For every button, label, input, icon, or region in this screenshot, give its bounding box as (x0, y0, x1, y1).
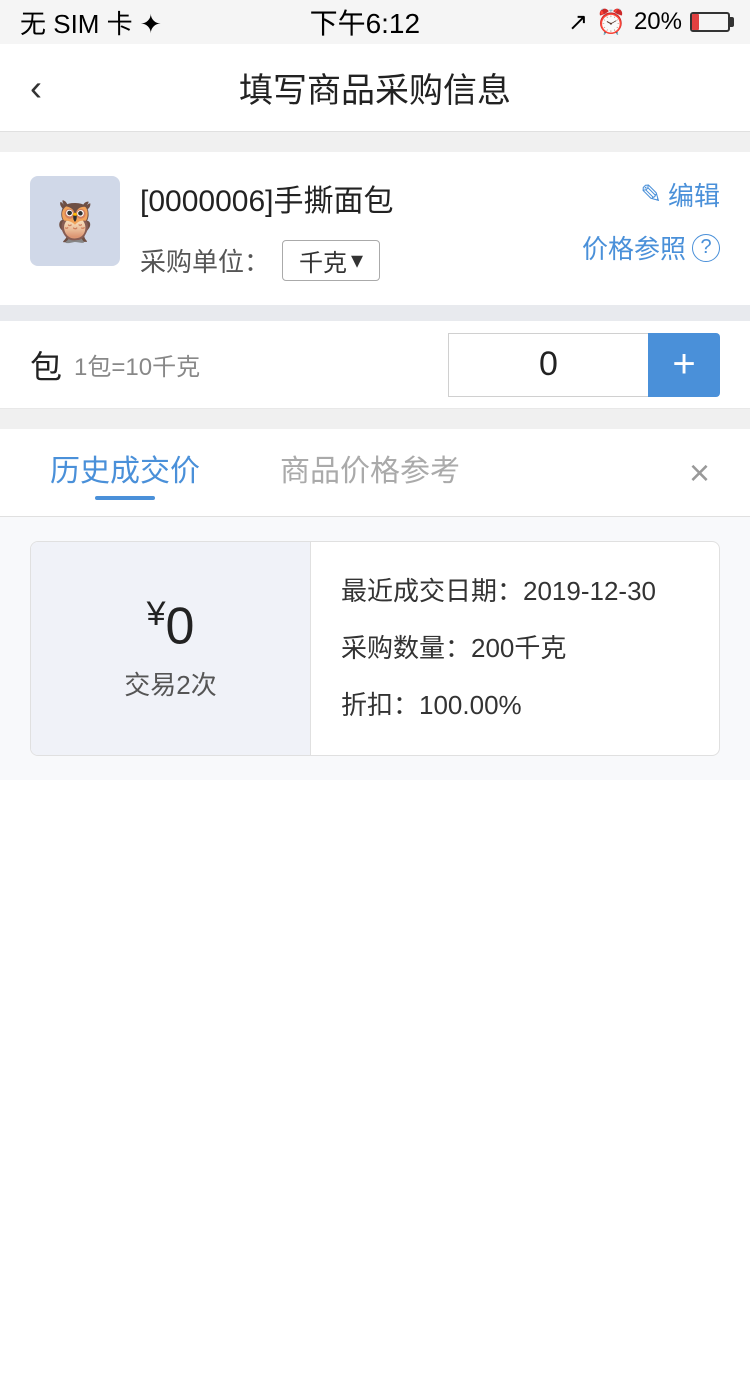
edit-icon: ✎ (640, 179, 662, 210)
product-section: 🦉 [0000006]手撕面包 采购单位： 千克 ▾ ✎ 编辑 价格参照 (0, 152, 750, 305)
discount-value: 100.00% (419, 690, 522, 720)
quantity-plus-button[interactable]: + (648, 333, 720, 397)
tabs-close-button[interactable]: × (679, 442, 720, 504)
card-trade-count: 交易2次 (124, 665, 216, 702)
currency-symbol: ¥ (147, 595, 166, 633)
price-ref-button[interactable]: 价格参照 ? (582, 229, 720, 266)
quantity-label-group: 包 1包=10千克 (30, 342, 200, 388)
product-logo-icon: 🦉 (50, 198, 100, 245)
product-info: [0000006]手撕面包 采购单位： 千克 ▾ (140, 176, 393, 281)
dropdown-icon: ▾ (351, 246, 363, 275)
card-container: ¥0 交易2次 最近成交日期：2019-12-30 采购数量：200千克 折扣：… (0, 517, 750, 780)
quantity-section: 包 1包=10千克 0 + (0, 321, 750, 409)
purchase-quantity-value: 200千克 (471, 633, 566, 663)
tab-history-underline (95, 496, 155, 500)
unit-selector[interactable]: 千克 ▾ (282, 240, 380, 281)
sim-label: 无 SIM 卡 ✦ (20, 4, 162, 41)
card-right: 最近成交日期：2019-12-30 采购数量：200千克 折扣：100.00% (311, 542, 719, 755)
price-ref-label: 价格参照 (582, 229, 686, 266)
location-icon: ↗ (568, 8, 588, 37)
discount-label: 折扣： (341, 690, 419, 720)
status-bar: 无 SIM 卡 ✦ 下午6:12 ↗ ⏰ 20% (0, 0, 750, 44)
edit-button[interactable]: ✎ 编辑 (640, 176, 720, 213)
discount-row: 折扣：100.00% (341, 686, 689, 725)
quantity-unit-sub: 1包=10千克 (74, 347, 200, 382)
section-divider (0, 305, 750, 321)
product-left: 🦉 [0000006]手撕面包 采购单位： 千克 ▾ (30, 176, 393, 281)
product-thumbnail: 🦉 (30, 176, 120, 266)
quantity-controls: 0 + (448, 333, 720, 397)
tab-price-ref-underline (340, 496, 400, 500)
tab-price-ref-label: 商品价格参考 (280, 446, 460, 490)
status-time: 下午6:12 (310, 2, 421, 42)
battery-icon (690, 12, 730, 32)
unit-label: 采购单位： (140, 242, 270, 279)
card-left: ¥0 交易2次 (31, 542, 311, 755)
product-unit-row: 采购单位： 千克 ▾ (140, 240, 393, 281)
recent-date-row: 最近成交日期：2019-12-30 (341, 572, 689, 611)
info-card: ¥0 交易2次 最近成交日期：2019-12-30 采购数量：200千克 折扣：… (30, 541, 720, 756)
tab-history-price[interactable]: 历史成交价 (30, 446, 220, 500)
edit-label: 编辑 (668, 176, 720, 213)
help-icon: ? (692, 234, 720, 262)
quantity-unit-char: 包 (30, 342, 62, 388)
nav-bar: ‹ 填写商品采购信息 (0, 44, 750, 132)
unit-value: 千克 (299, 243, 347, 278)
quantity-input[interactable]: 0 (448, 333, 648, 397)
back-button[interactable]: ‹ (30, 70, 42, 106)
tab-history-label: 历史成交价 (50, 446, 200, 490)
tabs-section: 历史成交价 商品价格参考 × ¥0 交易2次 最近成交日期：2019-12-30 (0, 429, 750, 780)
recent-date-value: 2019-12-30 (523, 576, 656, 606)
alarm-icon: ⏰ (596, 8, 626, 37)
status-right: ↗ ⏰ 20% (568, 8, 730, 37)
page-title: 填写商品采购信息 (239, 63, 511, 112)
tabs-header: 历史成交价 商品价格参考 × (0, 429, 750, 517)
bottom-area (0, 780, 750, 1380)
purchase-quantity-row: 采购数量：200千克 (341, 629, 689, 668)
recent-date-label: 最近成交日期： (341, 576, 523, 606)
product-name: [0000006]手撕面包 (140, 176, 393, 220)
price-value: 0 (166, 598, 195, 656)
battery-percent: 20% (634, 8, 682, 36)
purchase-quantity-label: 采购数量： (341, 633, 471, 663)
product-right: ✎ 编辑 价格参照 ? (582, 176, 720, 266)
quantity-value: 0 (539, 345, 558, 384)
card-price-display: ¥0 (147, 595, 195, 656)
tab-product-price-ref[interactable]: 商品价格参考 (260, 446, 480, 500)
status-left: 无 SIM 卡 ✦ (20, 4, 162, 41)
